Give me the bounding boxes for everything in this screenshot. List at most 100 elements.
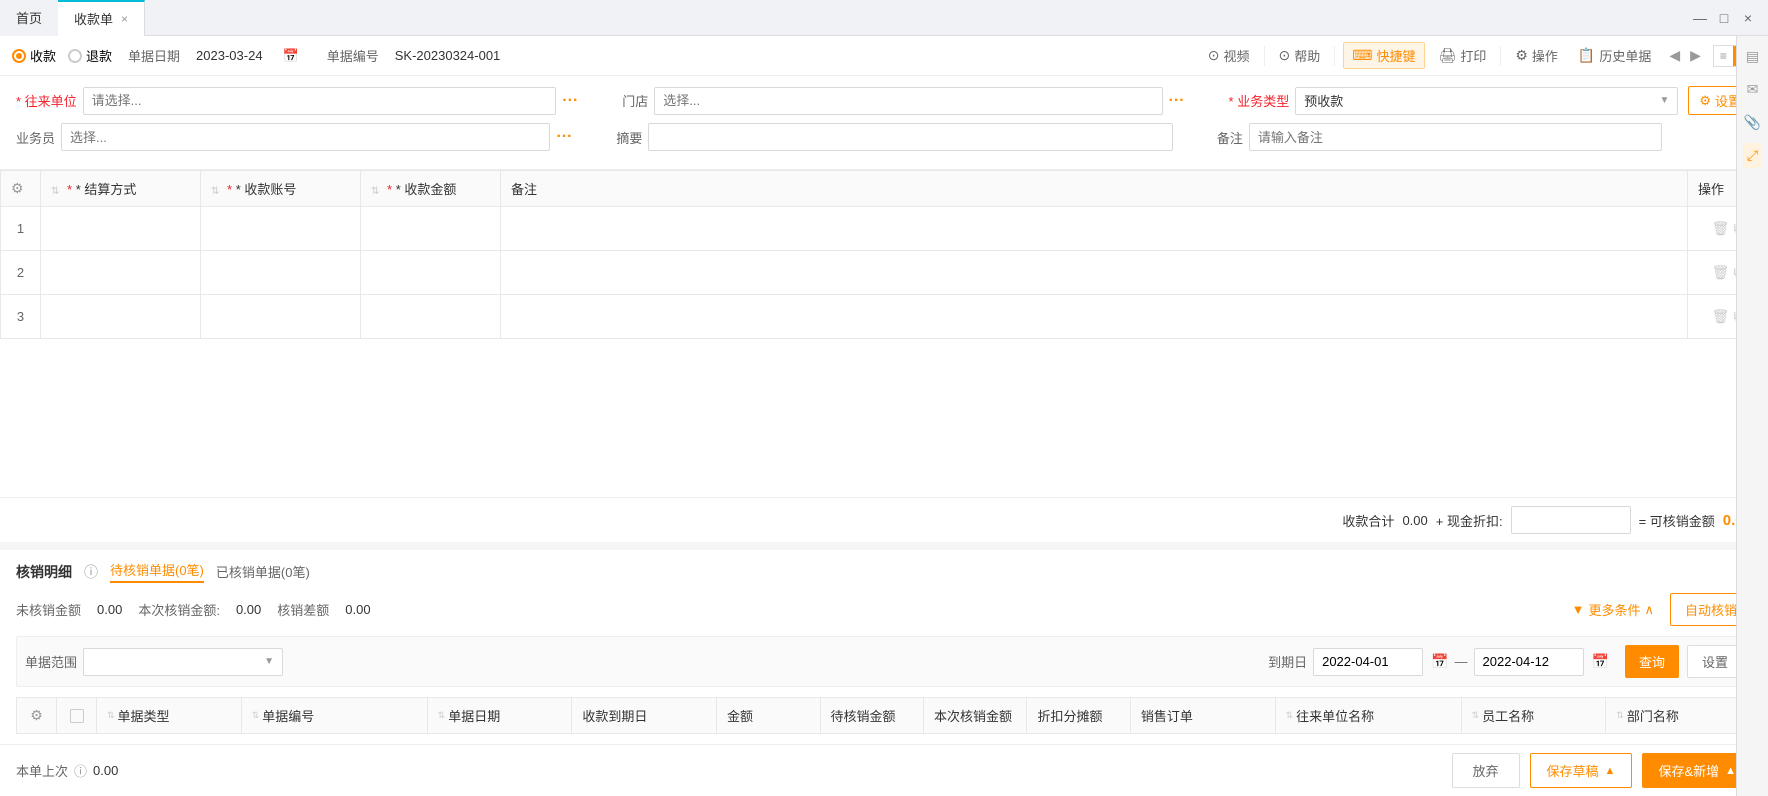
row-account-3[interactable] xyxy=(201,295,361,339)
staff-field: 业务员 ··· xyxy=(16,123,572,151)
operation-icon: ⚙ xyxy=(1515,47,1528,64)
row-amount-3[interactable] xyxy=(361,295,501,339)
sort-type-icon: ⇅ xyxy=(107,710,115,721)
query-button[interactable]: 查询 xyxy=(1625,645,1679,678)
table-gear-icon[interactable]: ⚙ xyxy=(11,180,24,196)
info-circle-icon: ⓘ xyxy=(74,761,87,780)
video-button[interactable]: ⊙ 视频 xyxy=(1202,44,1256,67)
shortcut-button[interactable]: ⌨ 快捷键 xyxy=(1343,42,1424,69)
col-discount-label: 折扣分摊额 xyxy=(1037,706,1102,725)
info-icon[interactable]: ⓘ xyxy=(84,562,98,582)
row-remark-3[interactable] xyxy=(501,295,1688,339)
filter-buttons: 查询 设置 xyxy=(1625,645,1743,678)
row-account-2[interactable] xyxy=(201,251,361,295)
bottom-bar: 本单上次 ⓘ 0.00 放弃 保存草稿 ▲ 保存&新增 ▲ xyxy=(0,744,1768,796)
sidebar-table-icon[interactable]: ▤ xyxy=(1742,44,1763,69)
col-settings: ⚙ xyxy=(1,171,41,207)
abandon-button[interactable]: 放弃 xyxy=(1452,753,1520,788)
delete-icon-1[interactable]: 🗑 xyxy=(1712,220,1730,237)
delete-icon-2[interactable]: 🗑 xyxy=(1712,264,1730,281)
bottom-gear-icon[interactable]: ⚙ xyxy=(30,707,43,724)
operation-button[interactable]: ⚙ 操作 xyxy=(1509,44,1564,67)
row-payment-1[interactable] xyxy=(41,207,201,251)
store-field: 门店 ··· xyxy=(622,87,1184,115)
sidebar-email-icon[interactable]: ✉ xyxy=(1743,77,1763,102)
store-input[interactable] xyxy=(654,87,1162,115)
prev-arrow[interactable]: ◀ xyxy=(1665,45,1684,66)
staff-more-btn[interactable]: ··· xyxy=(556,128,572,146)
radio-refund-circle xyxy=(68,49,82,63)
maximize-button[interactable]: □ xyxy=(1716,10,1732,26)
tab-home[interactable]: 首页 xyxy=(0,0,58,36)
col-due-label: 收款到期日 xyxy=(582,706,647,725)
list-view-btn[interactable]: ≡ xyxy=(1714,46,1733,66)
date-from-input[interactable] xyxy=(1313,648,1423,676)
this-verify-value: 0.00 xyxy=(236,602,261,617)
sidebar-expand-icon[interactable]: ⤢ xyxy=(1743,143,1762,168)
print-icon: 🖨 xyxy=(1439,47,1457,64)
biz-type-select[interactable]: 预收款 ▼ xyxy=(1295,87,1678,115)
next-arrow[interactable]: ▶ xyxy=(1686,45,1705,66)
more-conditions-btn[interactable]: ▼ 更多条件 ∧ xyxy=(1572,600,1654,619)
pending-tab[interactable]: 待核销单据(0笔) xyxy=(110,560,204,583)
row-payment-2[interactable] xyxy=(41,251,201,295)
num-label: 单据编号 xyxy=(327,46,379,65)
row-num-1: 1 xyxy=(1,207,41,251)
save-draft-arrow: ▲ xyxy=(1605,765,1616,777)
tab-close-icon[interactable]: × xyxy=(121,12,128,26)
discount-input[interactable] xyxy=(1511,506,1631,534)
video-icon: ⊙ xyxy=(1208,47,1220,64)
sort-dept-icon: ⇅ xyxy=(1616,710,1624,721)
settings-gear-icon: ⚙ xyxy=(1699,93,1711,109)
filter-settings-button[interactable]: 设置 xyxy=(1687,645,1743,678)
sidebar-attachment-icon[interactable]: 📎 xyxy=(1740,110,1765,135)
radio-receipt[interactable]: 收款 xyxy=(12,46,56,65)
more-conditions-label: 更多条件 xyxy=(1588,600,1640,619)
counterpart-more-btn[interactable]: ··· xyxy=(562,92,578,110)
minimize-button[interactable]: — xyxy=(1692,10,1708,26)
select-all-checkbox[interactable] xyxy=(70,709,84,723)
row-payment-3[interactable] xyxy=(41,295,201,339)
save-draft-button[interactable]: 保存草稿 ▲ xyxy=(1530,753,1633,788)
help-button[interactable]: ⊙ 帮助 xyxy=(1273,44,1327,67)
bottom-left: 本单上次 ⓘ 0.00 xyxy=(16,761,118,780)
date-from-calendar-icon[interactable]: 📅 xyxy=(1431,653,1448,670)
counterpart-input[interactable] xyxy=(83,87,557,115)
tab-receipt-label: 收款单 xyxy=(74,9,113,28)
row-amount-1[interactable] xyxy=(361,207,501,251)
history-button[interactable]: 📋 历史单据 xyxy=(1572,44,1657,67)
done-tab[interactable]: 已核销单据(0笔) xyxy=(216,562,310,581)
row-account-1[interactable] xyxy=(201,207,361,251)
divider-3 xyxy=(1500,46,1501,66)
staff-label: 业务员 xyxy=(16,128,55,147)
help-label: 帮助 xyxy=(1294,46,1320,65)
row-remark-1[interactable] xyxy=(501,207,1688,251)
date-to-input[interactable] xyxy=(1474,648,1584,676)
col-dept-label: 部门名称 xyxy=(1627,706,1679,725)
store-more-btn[interactable]: ··· xyxy=(1169,92,1185,110)
range-select[interactable]: ▼ xyxy=(83,648,283,676)
row-remark-2[interactable] xyxy=(501,251,1688,295)
form-row-1: * 往来单位 ··· 门店 ··· * 业务类型 预收款 ▼ xyxy=(16,86,1752,115)
print-button[interactable]: 🖨 打印 xyxy=(1433,44,1493,67)
summary-input[interactable] xyxy=(648,123,1172,151)
radio-refund[interactable]: 退款 xyxy=(68,46,112,65)
bottom-col-num: ⇅ 单据编号 xyxy=(242,698,428,733)
video-label: 视频 xyxy=(1224,46,1250,65)
tab-receipt[interactable]: 收款单 × xyxy=(58,0,145,36)
due-date-label: 到期日 xyxy=(1268,652,1307,671)
date-to-calendar-icon[interactable]: 📅 xyxy=(1592,653,1609,670)
remark-input[interactable] xyxy=(1249,123,1662,151)
sort-date-icon: ⇅ xyxy=(438,710,446,721)
date-calendar-icon[interactable]: 📅 xyxy=(283,48,299,64)
delete-icon-3[interactable]: 🗑 xyxy=(1712,308,1730,325)
staff-input[interactable] xyxy=(61,123,550,151)
right-sidebar: ▤ ✉ 📎 ⤢ xyxy=(1736,36,1768,796)
form-area: * 往来单位 ··· 门店 ··· * 业务类型 预收款 ▼ xyxy=(0,76,1768,170)
close-button[interactable]: × xyxy=(1740,10,1756,26)
row-amount-2[interactable] xyxy=(361,251,501,295)
num-value: SK-20230324-001 xyxy=(395,48,501,63)
operation-label: 操作 xyxy=(1532,46,1558,65)
receipt-type-radio: 收款 退款 xyxy=(12,46,112,65)
section-header: 核销明细 ⓘ 待核销单据(0笔) 已核销单据(0笔) xyxy=(16,560,1752,583)
